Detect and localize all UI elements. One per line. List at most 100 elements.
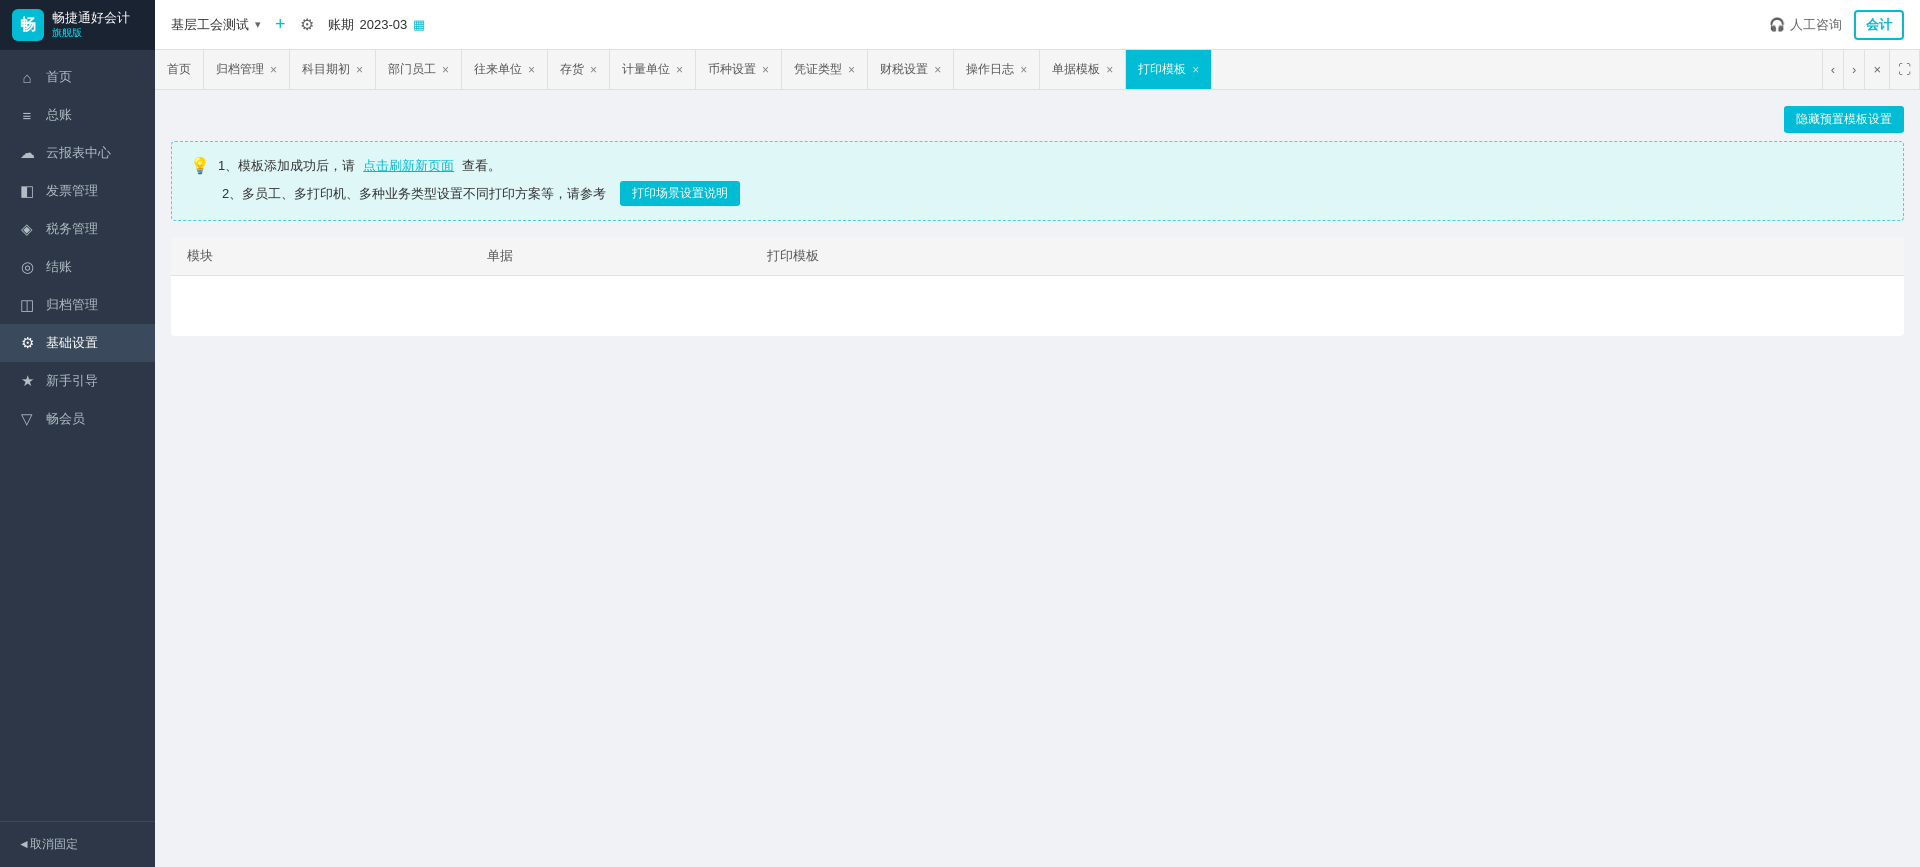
tab-subject-label: 科目期初 <box>302 61 350 78</box>
sidebar-item-invoice[interactable]: ◧ 发票管理 <box>0 172 155 210</box>
logo-icon: 畅 <box>12 9 44 41</box>
sidebar-item-member[interactable]: ▽ 畅会员 <box>0 400 155 438</box>
tab-home[interactable]: 首页 <box>155 50 204 89</box>
add-tab-button[interactable]: + <box>271 14 290 35</box>
sidebar-item-label: 总账 <box>46 106 72 124</box>
company-selector[interactable]: 基层工会测试 ▾ <box>171 16 261 34</box>
topbar: 基层工会测试 ▾ + ⚙ 账期 2023-03 ▦ 🎧 人工咨询 会计 <box>155 0 1920 50</box>
sidebar-item-label: 云报表中心 <box>46 144 111 162</box>
close-icon[interactable]: × <box>442 63 449 77</box>
sidebar-item-reports[interactable]: ☁ 云报表中心 <box>0 134 155 172</box>
tab-home-label: 首页 <box>167 61 191 78</box>
content-area: 隐藏预置模板设置 💡 1、模板添加成功后，请 点击刷新新页面 查看。 2、多员工… <box>155 90 1920 867</box>
table-header: 模块 单据 打印模板 <box>171 237 1904 276</box>
table-body <box>171 276 1904 336</box>
hide-template-button[interactable]: 隐藏预置模板设置 <box>1784 106 1904 133</box>
settings-icon[interactable]: ⚙ <box>300 15 314 34</box>
tab-maximize-button[interactable]: ⛶ <box>1890 50 1920 89</box>
main-area: 基层工会测试 ▾ + ⚙ 账期 2023-03 ▦ 🎧 人工咨询 会计 首页 归… <box>155 0 1920 867</box>
period-selector[interactable]: 账期 2023-03 ▦ <box>328 16 426 34</box>
tab-partner-label: 往来单位 <box>474 61 522 78</box>
tab-voucher-type[interactable]: 凭证类型 × <box>782 50 868 89</box>
tab-print-template[interactable]: 打印模板 × <box>1126 50 1212 89</box>
notice-row-2: 2、多员工、多打印机、多种业务类型设置不同打印方案等，请参考 打印场景设置说明 <box>190 181 1885 206</box>
home-icon: ⌂ <box>18 69 36 86</box>
sidebar-item-archive[interactable]: ◫ 归档管理 <box>0 286 155 324</box>
human-service-label: 人工咨询 <box>1790 16 1842 34</box>
unpin-label: ◄取消固定 <box>18 836 78 853</box>
company-name: 基层工会测试 <box>171 16 249 34</box>
tab-unit-label: 计量单位 <box>622 61 670 78</box>
tab-next-button[interactable]: › <box>1844 50 1865 89</box>
sidebar-item-label: 发票管理 <box>46 182 98 200</box>
cloud-icon: ☁ <box>18 144 36 162</box>
close-icon[interactable]: × <box>848 63 855 77</box>
col-single-header: 单据 <box>487 247 767 265</box>
chevron-down-icon: ▾ <box>255 18 261 31</box>
sidebar-item-basic[interactable]: ⚙ 基础设置 <box>0 324 155 362</box>
tab-department[interactable]: 部门员工 × <box>376 50 462 89</box>
logo-sub: 旗舰版 <box>52 26 130 40</box>
sidebar-item-guide[interactable]: ★ 新手引导 <box>0 362 155 400</box>
print-template-table: 模块 单据 打印模板 <box>171 237 1904 336</box>
refresh-page-link[interactable]: 点击刷新新页面 <box>363 157 454 175</box>
tab-receipt-template[interactable]: 单据模板 × <box>1040 50 1126 89</box>
close-icon[interactable]: × <box>356 63 363 77</box>
close-icon[interactable]: × <box>762 63 769 77</box>
tab-archive[interactable]: 归档管理 × <box>204 50 290 89</box>
human-service-button[interactable]: 🎧 人工咨询 <box>1769 16 1842 34</box>
sidebar-item-label: 结账 <box>46 258 72 276</box>
archive-icon: ◫ <box>18 296 36 314</box>
sidebar-item-label: 税务管理 <box>46 220 98 238</box>
hide-template-container: 隐藏预置模板设置 <box>171 106 1904 133</box>
close-icon[interactable]: × <box>1106 63 1113 77</box>
topbar-right: 🎧 人工咨询 会计 <box>1769 10 1904 40</box>
close-icon[interactable]: × <box>676 63 683 77</box>
member-icon: ▽ <box>18 410 36 428</box>
headset-icon: 🎧 <box>1769 17 1785 32</box>
sidebar-logo: 畅 畅捷通好会计 旗舰版 <box>0 0 155 50</box>
sidebar: 畅 畅捷通好会计 旗舰版 ⌂ 首页 ≡ 总账 ☁ 云报表中心 ◧ 发票管理 ◈ … <box>0 0 155 867</box>
close-icon[interactable]: × <box>270 63 277 77</box>
sidebar-item-tax[interactable]: ◈ 税务管理 <box>0 210 155 248</box>
kuaiji-button[interactable]: 会计 <box>1854 10 1904 40</box>
close-icon[interactable]: × <box>1020 63 1027 77</box>
col-template-header: 打印模板 <box>767 247 1888 265</box>
tab-tax-settings-label: 财税设置 <box>880 61 928 78</box>
tab-close-all-button[interactable]: × <box>1865 50 1890 89</box>
invoice-icon: ◧ <box>18 182 36 200</box>
sidebar-item-label: 首页 <box>46 68 72 86</box>
tab-tax-settings[interactable]: 财税设置 × <box>868 50 954 89</box>
sidebar-item-label: 基础设置 <box>46 334 98 352</box>
sidebar-nav: ⌂ 首页 ≡ 总账 ☁ 云报表中心 ◧ 发票管理 ◈ 税务管理 ◎ 结账 ◫ 归… <box>0 50 155 821</box>
period-value: 2023-03 <box>360 17 408 32</box>
calendar-icon: ▦ <box>413 17 425 32</box>
tab-archive-label: 归档管理 <box>216 61 264 78</box>
tab-unit[interactable]: 计量单位 × <box>610 50 696 89</box>
tab-partner[interactable]: 往来单位 × <box>462 50 548 89</box>
close-icon[interactable]: × <box>528 63 535 77</box>
close-icon[interactable]: × <box>1192 63 1199 77</box>
tab-prev-button[interactable]: ‹ <box>1823 50 1844 89</box>
tax-icon: ◈ <box>18 220 36 238</box>
sidebar-item-settlement[interactable]: ◎ 结账 <box>0 248 155 286</box>
print-scene-button[interactable]: 打印场景设置说明 <box>620 181 740 206</box>
sidebar-item-home[interactable]: ⌂ 首页 <box>0 58 155 96</box>
tab-currency[interactable]: 币种设置 × <box>696 50 782 89</box>
tab-operation-log[interactable]: 操作日志 × <box>954 50 1040 89</box>
ledger-icon: ≡ <box>18 107 36 124</box>
close-icon[interactable]: × <box>934 63 941 77</box>
close-icon[interactable]: × <box>590 63 597 77</box>
sidebar-item-label: 归档管理 <box>46 296 98 314</box>
tab-inventory-label: 存货 <box>560 61 584 78</box>
period-label: 账期 <box>328 16 354 34</box>
tab-inventory[interactable]: 存货 × <box>548 50 610 89</box>
tab-operation-log-label: 操作日志 <box>966 61 1014 78</box>
tab-department-label: 部门员工 <box>388 61 436 78</box>
tab-subject[interactable]: 科目期初 × <box>290 50 376 89</box>
sidebar-item-label: 新手引导 <box>46 372 98 390</box>
sidebar-item-ledger[interactable]: ≡ 总账 <box>0 96 155 134</box>
gear-icon: ⚙ <box>18 334 36 352</box>
tab-receipt-template-label: 单据模板 <box>1052 61 1100 78</box>
sidebar-footer-unpin[interactable]: ◄取消固定 <box>0 821 155 867</box>
